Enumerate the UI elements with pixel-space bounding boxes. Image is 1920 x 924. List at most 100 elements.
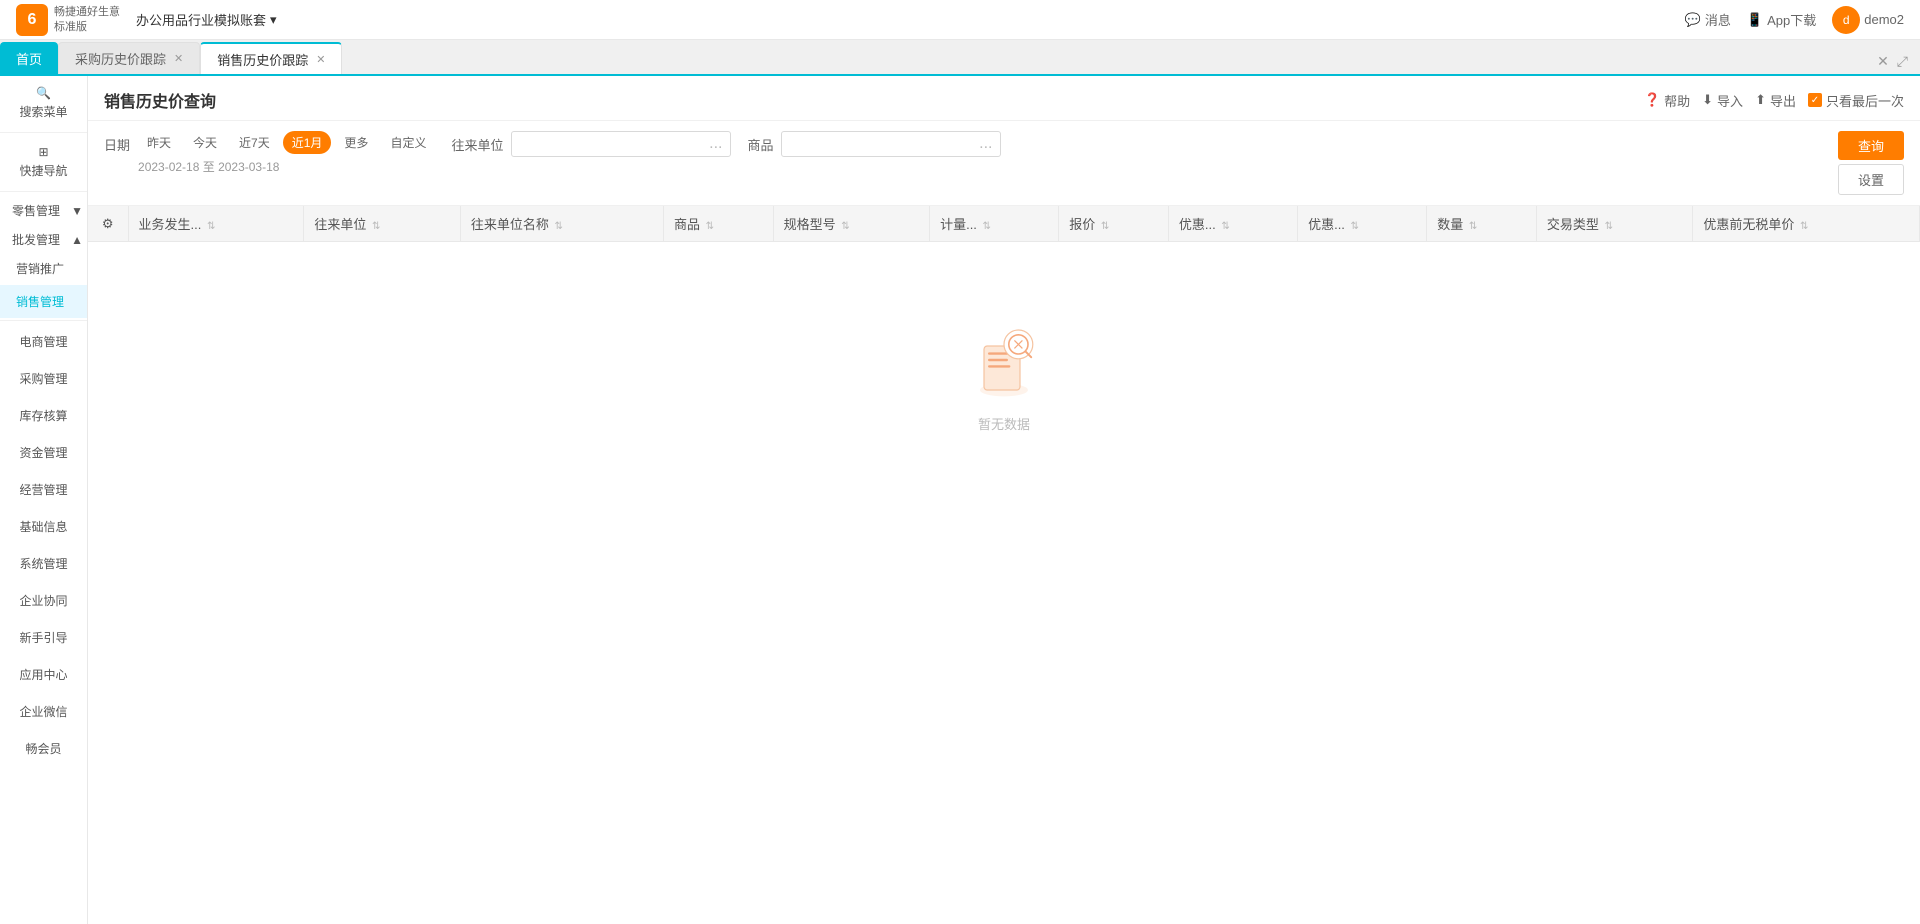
sidebar-item-purchase[interactable]: 采购管理 <box>0 360 87 397</box>
th-partner-code[interactable]: 往来单位 ⇅ <box>304 206 460 242</box>
product-input-dots[interactable]: ... <box>979 135 992 153</box>
th-trade-type[interactable]: 交易类型 ⇅ <box>1536 206 1692 242</box>
sidebar-item-operations[interactable]: 经营管理 <box>0 471 87 508</box>
sidebar-item-guide[interactable]: 新手引导 <box>0 619 87 656</box>
close-window-icon[interactable]: ✕ <box>1877 53 1889 70</box>
sidebar-sub-marketing[interactable]: 营销推广 <box>0 252 87 285</box>
empty-state: 暂无数据 <box>88 242 1920 513</box>
top-header: 6 畅捷通好生意 标准版 办公用品行业模拟账套 ▾ 💬 消息 📱 App下载 d… <box>0 0 1920 40</box>
sidebar-item-finance[interactable]: 资金管理 <box>0 434 87 471</box>
partner-input[interactable] <box>520 137 709 152</box>
tab-home[interactable]: 首页 <box>0 42 58 74</box>
message-icon: 💬 <box>1685 12 1701 28</box>
main-layout: 🔍 搜索菜单 ⊞ 快捷导航 零售管理 ▼ 批发管理 ▲ 营销推广 销售管理 电商… <box>0 76 1920 924</box>
page-header-actions: ❓ 帮助 ⬇ 导入 ⬆ 导出 ✓ 只看最后一次 <box>1644 91 1904 110</box>
table-wrapper: ⚙ 业务发生... ⇅ 往来单位 ⇅ 往来单位名称 ⇅ <box>88 206 1920 924</box>
export-icon: ⬆ <box>1755 92 1766 108</box>
date-btn-1month[interactable]: 近1月 <box>283 131 332 154</box>
filter-bar: 日期 昨天 今天 近7天 近1月 更多 自定义 2023-02-18 至 202… <box>88 121 1920 206</box>
only-last-checkbox[interactable]: ✓ 只看最后一次 <box>1808 91 1904 110</box>
table-head: ⚙ 业务发生... ⇅ 往来单位 ⇅ 往来单位名称 ⇅ <box>88 206 1920 242</box>
sidebar-divider-1 <box>0 132 87 133</box>
import-button[interactable]: ⬇ 导入 <box>1702 91 1743 110</box>
message-button[interactable]: 💬 消息 <box>1685 10 1731 29</box>
th-quantity[interactable]: 数量 ⇅ <box>1427 206 1537 242</box>
date-btn-7days[interactable]: 近7天 <box>230 131 279 154</box>
sidebar-item-wechat[interactable]: 企业微信 <box>0 693 87 730</box>
th-gear[interactable]: ⚙ <box>88 206 128 242</box>
header-left: 6 畅捷通好生意 标准版 办公用品行业模拟账套 ▾ <box>16 4 285 36</box>
date-range-display: 2023-02-18 至 2023-03-18 <box>138 158 435 175</box>
account-selector[interactable]: 办公用品行业模拟账套 ▾ <box>128 6 285 33</box>
sidebar-item-member[interactable]: 畅会员 <box>0 730 87 767</box>
date-btn-yesterday[interactable]: 昨天 <box>138 131 180 154</box>
chevron-down-icon: ▾ <box>270 12 277 28</box>
tab-purchase-history-close[interactable]: ✕ <box>174 52 183 65</box>
content-area: 销售历史价查询 ❓ 帮助 ⬇ 导入 ⬆ 导出 ✓ 只看最后一次 <box>88 76 1920 924</box>
th-partner-name[interactable]: 往来单位名称 ⇅ <box>460 206 663 242</box>
sidebar-item-app-center[interactable]: 应用中心 <box>0 656 87 693</box>
sort-icon-spec: ⇅ <box>841 221 849 232</box>
sort-icon-unit: ⇅ <box>983 221 991 232</box>
sidebar-item-inventory[interactable]: 库存核算 <box>0 397 87 434</box>
th-spec[interactable]: 规格型号 ⇅ <box>773 206 929 242</box>
maximize-icon[interactable]: ⤢ <box>1897 53 1908 70</box>
user-profile[interactable]: d demo2 <box>1832 6 1904 34</box>
date-filter-group: 日期 昨天 今天 近7天 近1月 更多 自定义 2023-02-18 至 202… <box>104 131 435 175</box>
partner-input-wrapper: ... <box>511 131 731 157</box>
tab-bar-actions: ✕ ⤢ <box>1877 53 1920 74</box>
sort-icon-trade-type: ⇅ <box>1605 221 1613 232</box>
tab-bar: 首页 采购历史价跟踪 ✕ 销售历史价跟踪 ✕ ✕ ⤢ <box>0 40 1920 76</box>
sort-icon-quote: ⇅ <box>1101 221 1109 232</box>
help-icon: ❓ <box>1644 92 1660 108</box>
th-discount1[interactable]: 优惠... ⇅ <box>1168 206 1297 242</box>
partner-input-dots[interactable]: ... <box>709 135 722 153</box>
logo-area: 6 畅捷通好生意 标准版 <box>16 4 120 36</box>
th-product[interactable]: 商品 ⇅ <box>663 206 773 242</box>
tab-sales-history[interactable]: 销售历史价跟踪 ✕ <box>200 42 342 74</box>
empty-icon <box>964 322 1044 402</box>
checkbox-icon: ✓ <box>1808 93 1822 107</box>
product-input[interactable] <box>790 137 979 152</box>
export-button[interactable]: ⬆ 导出 <box>1755 91 1796 110</box>
sort-icon-partner-name: ⇅ <box>554 221 562 232</box>
app-download-button[interactable]: 📱 App下载 <box>1747 10 1816 29</box>
date-btn-custom[interactable]: 自定义 <box>381 131 435 154</box>
page-header: 销售历史价查询 ❓ 帮助 ⬇ 导入 ⬆ 导出 ✓ 只看最后一次 <box>88 76 1920 121</box>
th-discount2[interactable]: 优惠... ⇅ <box>1298 206 1427 242</box>
query-button[interactable]: 查询 <box>1838 131 1904 160</box>
chevron-up-icon-wholesale: ▲ <box>71 233 83 247</box>
sidebar-item-quick-nav[interactable]: ⊞ 快捷导航 <box>0 135 87 189</box>
th-no-tax-price[interactable]: 优惠前无税单价 ⇅ <box>1693 206 1920 242</box>
date-filter-label: 日期 <box>104 131 130 154</box>
sidebar-item-retail-mgmt[interactable]: 零售管理 ▼ <box>0 194 87 223</box>
tab-sales-history-close[interactable]: ✕ <box>316 53 325 66</box>
sidebar-item-enterprise[interactable]: 企业协同 <box>0 582 87 619</box>
sort-icon-discount1: ⇅ <box>1221 221 1229 232</box>
sidebar-item-ecommerce[interactable]: 电商管理 <box>0 323 87 360</box>
tab-purchase-history[interactable]: 采购历史价跟踪 ✕ <box>58 42 200 74</box>
sort-icon-biz-date: ⇅ <box>207 221 215 232</box>
header-right: 💬 消息 📱 App下载 d demo2 <box>1685 6 1904 34</box>
sidebar-sub-sales-mgmt[interactable]: 销售管理 <box>0 285 87 318</box>
partner-filter-label: 往来单位 <box>451 131 503 154</box>
date-btn-more[interactable]: 更多 <box>335 131 377 154</box>
th-quote[interactable]: 报价 ⇅ <box>1059 206 1169 242</box>
settings-button[interactable]: 设置 <box>1838 164 1904 195</box>
sidebar-item-basic-info[interactable]: 基础信息 <box>0 508 87 545</box>
sort-icon-discount2: ⇅ <box>1351 221 1359 232</box>
chevron-down-icon-retail: ▼ <box>71 204 83 218</box>
th-unit[interactable]: 计量... ⇅ <box>930 206 1059 242</box>
import-icon: ⬇ <box>1702 92 1713 108</box>
sidebar-item-wholesale-mgmt[interactable]: 批发管理 ▲ <box>0 223 87 252</box>
sidebar: 🔍 搜索菜单 ⊞ 快捷导航 零售管理 ▼ 批发管理 ▲ 营销推广 销售管理 电商… <box>0 76 88 924</box>
sidebar-item-search-menu[interactable]: 🔍 搜索菜单 <box>0 76 87 130</box>
help-button[interactable]: ❓ 帮助 <box>1644 91 1690 110</box>
sort-icon-quantity: ⇅ <box>1469 221 1477 232</box>
date-btn-today[interactable]: 今天 <box>184 131 226 154</box>
sidebar-divider-2 <box>0 191 87 192</box>
partner-filter-group: 往来单位 ... <box>451 131 731 157</box>
th-biz-date[interactable]: 业务发生... ⇅ <box>128 206 304 242</box>
avatar: d <box>1832 6 1860 34</box>
sidebar-item-system[interactable]: 系统管理 <box>0 545 87 582</box>
